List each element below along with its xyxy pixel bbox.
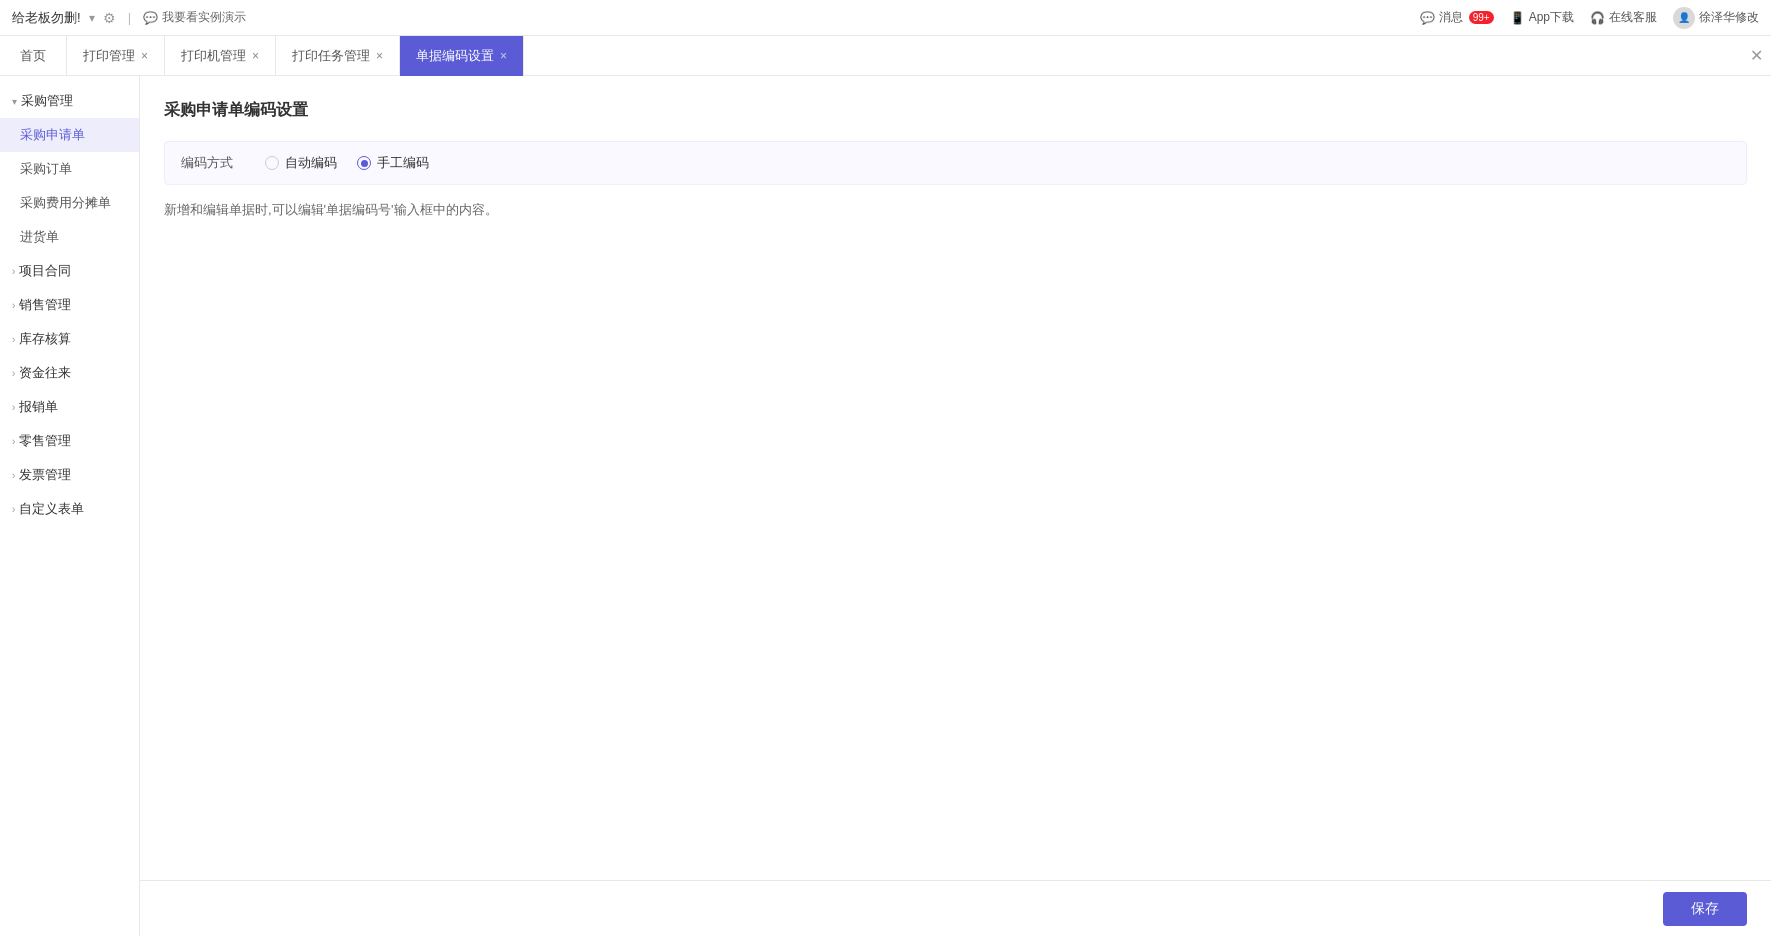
sidebar: ▾ 采购管理 采购申请单 采购订单 采购费用分摊单 进货单 › 项目合同 [0,76,140,936]
online-service-action[interactable]: 🎧 在线客服 [1590,9,1657,26]
radio-auto-code[interactable]: 自动编码 [265,154,337,172]
top-bar-right: 💬 消息 99+ 📱 App下载 🎧 在线客服 👤 徐泽华修改 [1420,7,1759,29]
sidebar-group-inventory-title[interactable]: › 库存核算 [0,322,139,356]
custom-forms-arrow-icon: › [12,504,15,515]
encoding-section: 编码方式 自动编码 手工编码 [164,141,1747,185]
top-bar: 给老板勿删! ▾ ⚙ | 💬 我要看实例演示 💬 消息 99+ 📱 App下载 … [0,0,1771,36]
sidebar-group-returns: › 报销单 [0,390,139,424]
sidebar-group-inventory: › 库存核算 [0,322,139,356]
description-text: 新增和编辑单据时,可以编辑'单据编码号'输入框中的内容。 [164,201,1747,219]
retail-arrow-icon: › [12,436,15,447]
demo-icon: 💬 [143,11,158,25]
tab-single-code-setting[interactable]: 单据编码设置 × [400,36,524,76]
tab-close-printer-mgmt[interactable]: × [252,49,259,63]
sidebar-group-custom-forms-title[interactable]: › 自定义表单 [0,492,139,526]
tab-close-single-code-setting[interactable]: × [500,49,507,63]
brand-label: 给老板勿删! [12,9,81,27]
sidebar-group-returns-title[interactable]: › 报销单 [0,390,139,424]
sidebar-group-sales: › 销售管理 [0,288,139,322]
radio-group: 自动编码 手工编码 [265,154,429,172]
user-info[interactable]: 👤 徐泽华修改 [1673,7,1759,29]
fund-arrow-icon: › [12,368,15,379]
purchase-arrow-icon: ▾ [12,96,17,107]
message-icon: 💬 [1420,11,1435,25]
tab-home[interactable]: 首页 [0,36,67,76]
content-inner: 采购申请单编码设置 编码方式 自动编码 手工编码 新增和编辑单据时,可以编辑'单… [140,76,1771,936]
sidebar-group-invoice: › 发票管理 [0,458,139,492]
inventory-arrow-icon: › [12,334,15,345]
message-action[interactable]: 💬 消息 99+ [1420,9,1494,26]
sidebar-group-custom-forms: › 自定义表单 [0,492,139,526]
sidebar-group-retail-title[interactable]: › 零售管理 [0,424,139,458]
sidebar-group-fund-title[interactable]: › 资金往来 [0,356,139,390]
app-download-icon: 📱 [1510,11,1525,25]
sidebar-item-purchase-order[interactable]: 采购订单 [0,152,139,186]
avatar: 👤 [1673,7,1695,29]
page-title: 采购申请单编码设置 [164,100,1747,121]
save-button[interactable]: 保存 [1663,892,1747,926]
sidebar-group-project-contract-title[interactable]: › 项目合同 [0,254,139,288]
project-arrow-icon: › [12,266,15,277]
radio-auto-circle [265,156,279,170]
tab-bar: 首页 打印管理 × 打印机管理 × 打印任务管理 × 单据编码设置 × ✕ [0,36,1771,76]
sidebar-group-invoice-title[interactable]: › 发票管理 [0,458,139,492]
sidebar-item-inbound[interactable]: 进货单 [0,220,139,254]
tab-printer-mgmt[interactable]: 打印机管理 × [165,36,276,76]
main-layout: ▾ 采购管理 采购申请单 采购订单 采购费用分摊单 进货单 › 项目合同 [0,76,1771,936]
tab-close-print-mgmt[interactable]: × [141,49,148,63]
demo-link[interactable]: 💬 我要看实例演示 [143,9,246,26]
radio-manual-circle [357,156,371,170]
sidebar-group-sales-title[interactable]: › 销售管理 [0,288,139,322]
message-badge: 99+ [1469,11,1494,24]
tab-bar-close-icon[interactable]: ✕ [1750,46,1763,65]
tab-close-print-task-mgmt[interactable]: × [376,49,383,63]
bottom-bar: 保存 [140,880,1771,936]
settings-icon[interactable]: ⚙ [103,10,116,26]
content-area: 采购申请单编码设置 编码方式 自动编码 手工编码 新增和编辑单据时,可以编辑'单… [140,76,1771,936]
invoice-arrow-icon: › [12,470,15,481]
top-bar-left: 给老板勿删! ▾ ⚙ | 💬 我要看实例演示 [12,9,246,27]
sidebar-item-purchase-request[interactable]: 采购申请单 [0,118,139,152]
brand-arrow[interactable]: ▾ [89,11,95,25]
tab-print-mgmt[interactable]: 打印管理 × [67,36,165,76]
returns-arrow-icon: › [12,402,15,413]
sidebar-group-purchase: ▾ 采购管理 采购申请单 采购订单 采购费用分摊单 进货单 [0,84,139,254]
sidebar-group-fund: › 资金往来 [0,356,139,390]
app-download-action[interactable]: 📱 App下载 [1510,9,1574,26]
encoding-label: 编码方式 [181,154,241,172]
radio-manual-code[interactable]: 手工编码 [357,154,429,172]
sales-arrow-icon: › [12,300,15,311]
sidebar-group-retail: › 零售管理 [0,424,139,458]
sidebar-group-purchase-title[interactable]: ▾ 采购管理 [0,84,139,118]
sidebar-item-purchase-expense[interactable]: 采购费用分摊单 [0,186,139,220]
headset-icon: 🎧 [1590,11,1605,25]
tab-print-task-mgmt[interactable]: 打印任务管理 × [276,36,400,76]
sidebar-group-project-contract: › 项目合同 [0,254,139,288]
